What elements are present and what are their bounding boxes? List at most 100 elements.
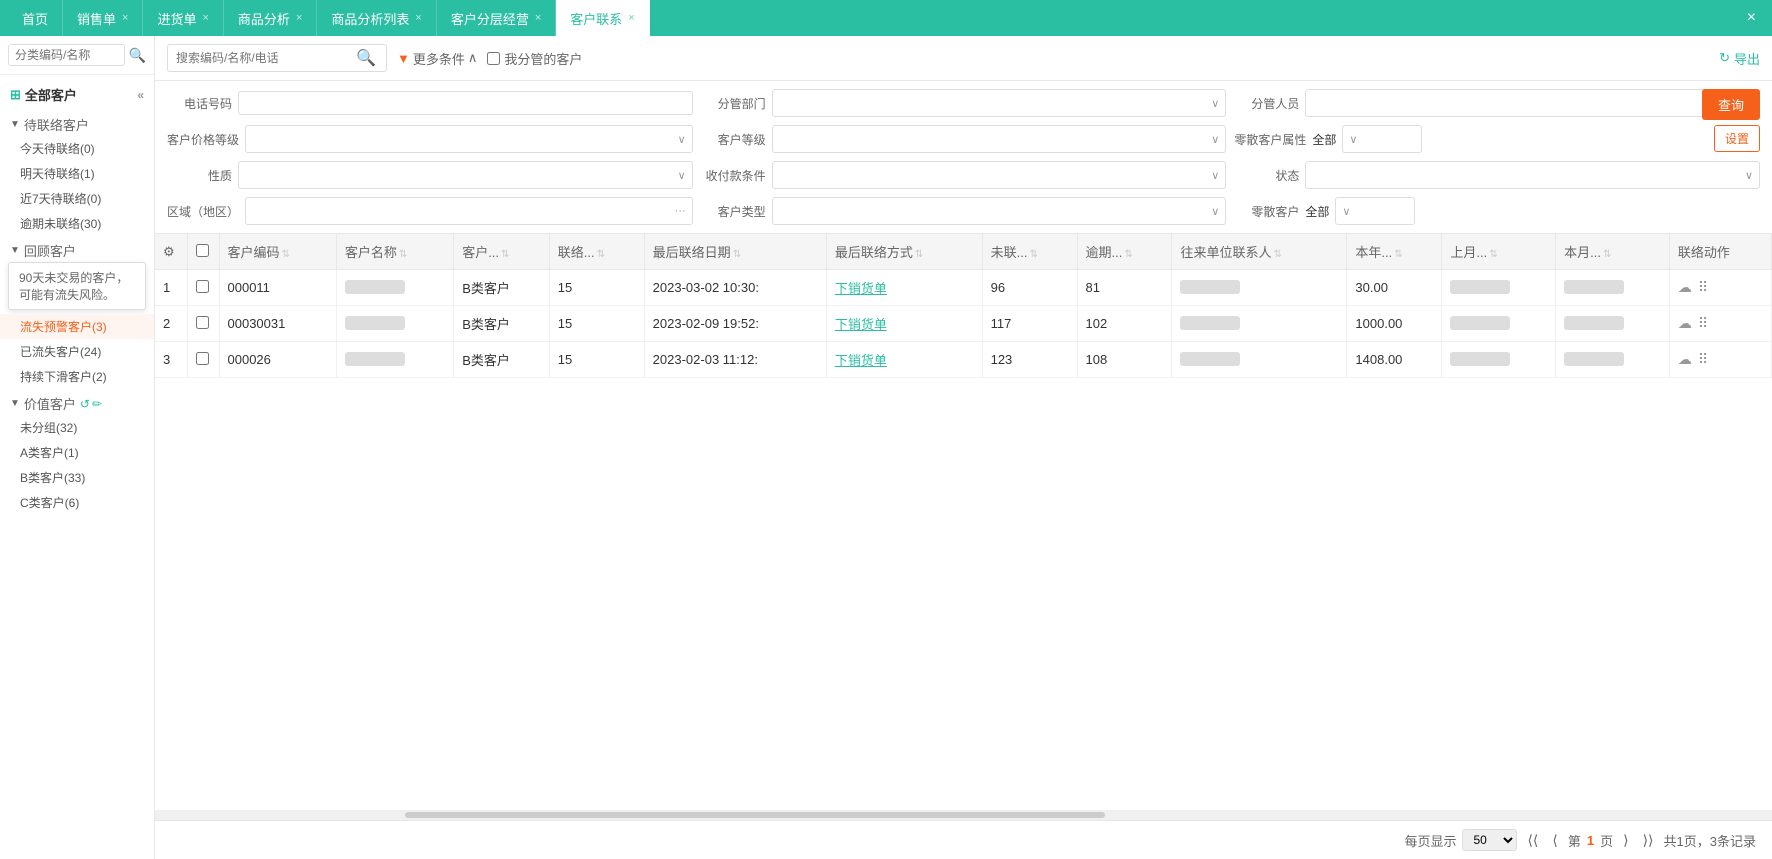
tab-analysis[interactable]: 商品分析 × — [224, 0, 317, 36]
contact-action-icon[interactable]: ☁ — [1678, 279, 1692, 296]
contact-method-link[interactable]: 下销货单 — [835, 317, 887, 332]
select-all-checkbox[interactable] — [196, 244, 209, 257]
first-page-button[interactable]: ⟨⟨ — [1523, 830, 1542, 851]
sidebar-item-ungrouped[interactable]: 未分组(32) — [0, 415, 154, 440]
tab-home[interactable]: 首页 — [8, 0, 63, 36]
sidebar-group-value[interactable]: ▼ 价值客户 ↺ ✏ — [0, 389, 154, 415]
contact-method-link[interactable]: 下销货单 — [835, 353, 887, 368]
close-icon[interactable]: × — [535, 12, 541, 24]
th-this-year[interactable]: 本年...⇅ — [1347, 234, 1442, 270]
sidebar-item-churned[interactable]: 已流失客户(24) — [0, 339, 154, 364]
close-icon[interactable]: × — [628, 12, 634, 24]
th-last-contact-method[interactable]: 最后联络方式⇅ — [826, 234, 982, 270]
sidebar-item-7days[interactable]: 近7天待联络(0) — [0, 186, 154, 211]
search-input[interactable] — [176, 51, 356, 65]
tab-analysis-list[interactable]: 商品分析列表 × — [317, 0, 436, 36]
zero-customer-select[interactable]: ∨ — [1335, 197, 1415, 225]
row-checkbox[interactable] — [196, 352, 209, 365]
horizontal-scrollbar[interactable] — [155, 810, 1772, 820]
area-label: 区域（地区） — [167, 203, 239, 220]
more-action-icon[interactable]: ⠿ — [1698, 351, 1708, 368]
search-button[interactable]: 🔍 — [356, 48, 376, 68]
customer-level-select[interactable]: ∨ — [772, 125, 1227, 153]
close-all-button[interactable]: × — [1739, 9, 1764, 27]
td-checkbox[interactable] — [187, 342, 219, 378]
page-size-select[interactable]: 50 20 100 — [1462, 829, 1517, 851]
sidebar-item-churn-warning[interactable]: 流失预警客户(3) — [0, 314, 154, 339]
close-icon[interactable]: × — [415, 12, 421, 24]
th-last-month[interactable]: 上月...⇅ — [1442, 234, 1556, 270]
td-checkbox[interactable] — [187, 270, 219, 306]
contact-action-icon[interactable]: ☁ — [1678, 315, 1692, 332]
price-level-select[interactable]: ∨ — [245, 125, 693, 153]
close-icon[interactable]: × — [202, 12, 208, 24]
th-overdue-days[interactable]: 逾期...⇅ — [1077, 234, 1172, 270]
th-name[interactable]: 客户名称⇅ — [336, 234, 453, 270]
td-actions: ☁ ⠿ — [1669, 306, 1771, 342]
area-select[interactable]: ··· — [245, 197, 693, 225]
tab-customer-contact[interactable]: 客户联系 × — [556, 0, 649, 36]
next-page-button[interactable]: ⟩ — [1619, 830, 1632, 851]
customer-type-select[interactable]: ∨ — [772, 197, 1227, 225]
th-customer-type[interactable]: 客户...⇅ — [454, 234, 550, 270]
phone-input[interactable] — [238, 91, 693, 115]
td-checkbox[interactable] — [187, 306, 219, 342]
edit-icon[interactable]: ✏ — [92, 397, 102, 411]
sidebar-item-today[interactable]: 今天待联络(0) — [0, 136, 154, 161]
person-select[interactable]: ··· — [1305, 89, 1760, 117]
chevron-down-icon: ∨ — [1349, 133, 1357, 146]
th-checkbox[interactable] — [187, 234, 219, 270]
more-conditions-button[interactable]: ▼ 更多条件 ∧ — [397, 49, 477, 68]
sidebar-item-overdue[interactable]: 逾期未联络(30) — [0, 211, 154, 236]
zero-attr-select[interactable]: ∨ — [1342, 125, 1422, 153]
blurred-name — [345, 352, 405, 366]
query-button[interactable]: 查询 — [1702, 89, 1760, 120]
row-checkbox[interactable] — [196, 280, 209, 293]
refresh-icon[interactable]: ↺ — [80, 397, 90, 411]
close-icon[interactable]: × — [296, 12, 302, 24]
page-label: 第 — [1568, 831, 1581, 850]
th-code[interactable]: 客户编码⇅ — [219, 234, 336, 270]
more-action-icon[interactable]: ⠿ — [1698, 279, 1708, 296]
th-last-contact-date[interactable]: 最后联络日期⇅ — [644, 234, 826, 270]
scrollbar-thumb[interactable] — [405, 812, 1105, 818]
tab-customer-layer[interactable]: 客户分层经营 × — [437, 0, 556, 36]
dept-select[interactable]: ∨ — [772, 89, 1227, 117]
td-contact-person — [1172, 270, 1347, 306]
tab-purchase[interactable]: 进货单 × — [143, 0, 223, 36]
settings-button[interactable]: 设置 — [1714, 125, 1760, 152]
nature-select[interactable]: ∨ — [238, 161, 693, 189]
th-uncontact-days[interactable]: 未联...⇅ — [982, 234, 1077, 270]
th-contact-person[interactable]: 往来单位联系人⇅ — [1172, 234, 1347, 270]
contact-method-link[interactable]: 下销货单 — [835, 281, 887, 296]
th-contact-num[interactable]: 联络...⇅ — [549, 234, 644, 270]
td-last-contact-method[interactable]: 下销货单 — [826, 270, 982, 306]
export-button[interactable]: ↻ 导出 — [1719, 49, 1760, 68]
sidebar-item-a-class[interactable]: A类客户(1) — [0, 440, 154, 465]
my-customers-checkbox-label[interactable]: 我分管的客户 — [487, 49, 582, 68]
prev-page-button[interactable]: ⟨ — [1548, 830, 1561, 851]
sidebar-item-b-class[interactable]: B类客户(33) — [0, 465, 154, 490]
sidebar-item-declining[interactable]: 持续下滑客户(2) — [0, 364, 154, 389]
more-action-icon[interactable]: ⠿ — [1698, 315, 1708, 332]
contact-action-icon[interactable]: ☁ — [1678, 351, 1692, 368]
row-checkbox[interactable] — [196, 316, 209, 329]
my-customers-checkbox[interactable] — [487, 52, 500, 65]
th-settings[interactable]: ⚙ — [155, 234, 187, 270]
payment-select[interactable]: ∨ — [772, 161, 1227, 189]
sidebar-search-input[interactable] — [8, 44, 125, 66]
last-page-button[interactable]: ⟩⟩ — [1639, 830, 1658, 851]
th-this-month[interactable]: 本月...⇅ — [1556, 234, 1670, 270]
tab-sales[interactable]: 销售单 × — [63, 0, 143, 36]
td-last-contact-method[interactable]: 下销货单 — [826, 342, 982, 378]
sidebar-group-pending[interactable]: ▼ 待联络客户 — [0, 110, 154, 136]
sidebar-group-review[interactable]: ▼ 回顾客户 — [0, 236, 154, 262]
sidebar-item-c-class[interactable]: C类客户(6) — [0, 490, 154, 515]
status-select[interactable]: ∨ — [1305, 161, 1760, 189]
filter-row-customer-level: 客户等级 ∨ — [701, 125, 1227, 153]
tab-bar: 首页 销售单 × 进货单 × 商品分析 × 商品分析列表 × 客户分层经营 × … — [0, 0, 1772, 36]
sidebar-item-tomorrow[interactable]: 明天待联络(1) — [0, 161, 154, 186]
all-customers-header[interactable]: ⊞ 全部客户 « — [0, 79, 154, 110]
close-icon[interactable]: × — [122, 12, 128, 24]
td-last-contact-method[interactable]: 下销货单 — [826, 306, 982, 342]
